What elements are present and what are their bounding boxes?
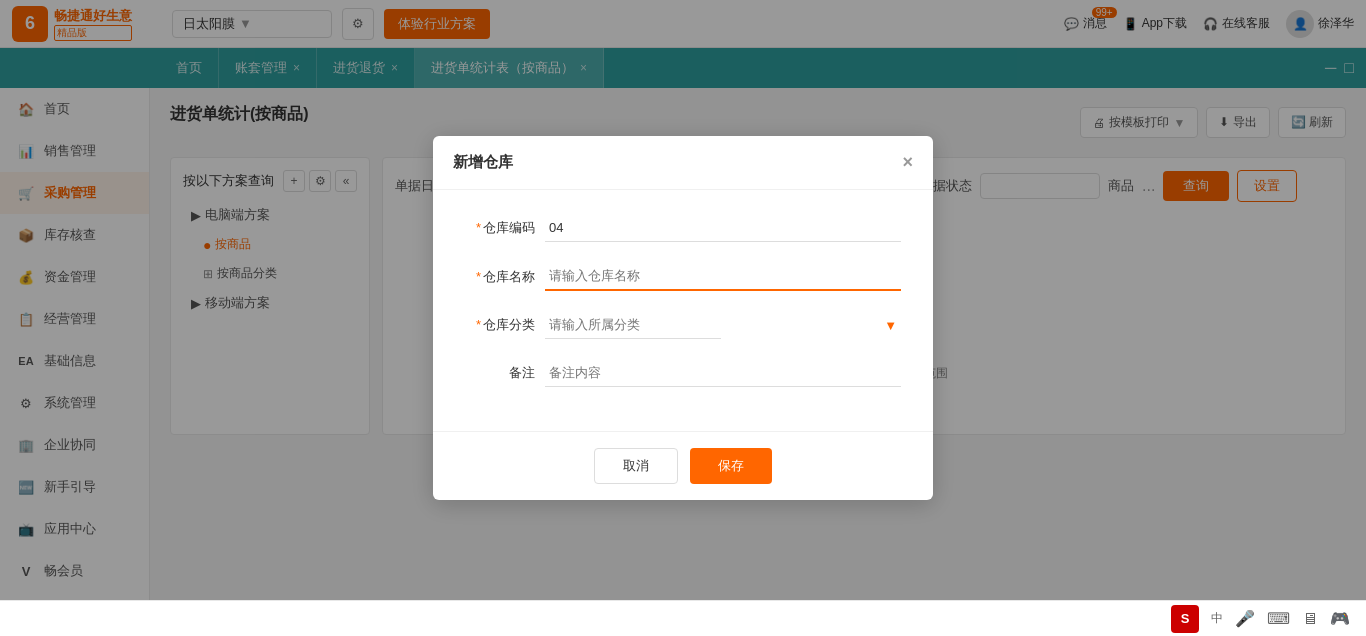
category-input[interactable] — [545, 311, 721, 339]
modal-title: 新增仓库 — [453, 153, 513, 172]
save-btn[interactable]: 保存 — [690, 448, 772, 484]
form-row-remark: 备注 — [465, 359, 901, 387]
display-icon[interactable]: 🖥 — [1302, 610, 1318, 628]
cancel-btn[interactable]: 取消 — [594, 448, 678, 484]
name-required-icon: * — [476, 269, 481, 284]
modal-body: *仓库编码 *仓库名称 *仓库分类 ▼ — [433, 190, 933, 431]
name-input[interactable] — [545, 262, 901, 291]
s-logo-icon: S — [1171, 605, 1199, 633]
category-select-wrap: ▼ — [545, 311, 901, 339]
form-row-name: *仓库名称 — [465, 262, 901, 291]
mic-icon[interactable]: 🎤 — [1235, 609, 1255, 628]
chinese-input-label: 中 — [1211, 610, 1223, 627]
category-label: *仓库分类 — [465, 316, 545, 334]
code-input[interactable] — [545, 214, 901, 242]
gamepad-icon[interactable]: 🎮 — [1330, 609, 1350, 628]
new-warehouse-modal: 新增仓库 × *仓库编码 *仓库名称 *仓库分类 — [433, 136, 933, 500]
keyboard-icon[interactable]: ⌨ — [1267, 609, 1290, 628]
name-label: *仓库名称 — [465, 268, 545, 286]
modal-footer: 取消 保存 — [433, 431, 933, 500]
form-row-code: *仓库编码 — [465, 214, 901, 242]
code-required-icon: * — [476, 220, 481, 235]
remark-input[interactable] — [545, 359, 901, 387]
modal-overlay[interactable]: 新增仓库 × *仓库编码 *仓库名称 *仓库分类 — [0, 0, 1366, 636]
category-dropdown-icon: ▼ — [884, 318, 897, 333]
remark-label: 备注 — [465, 364, 545, 382]
code-label: *仓库编码 — [465, 219, 545, 237]
modal-close-btn[interactable]: × — [902, 152, 913, 173]
modal-header: 新增仓库 × — [433, 136, 933, 190]
category-required-icon: * — [476, 317, 481, 332]
bottom-bar: S 中 🎤 ⌨ 🖥 🎮 — [0, 600, 1366, 636]
form-row-category: *仓库分类 ▼ — [465, 311, 901, 339]
